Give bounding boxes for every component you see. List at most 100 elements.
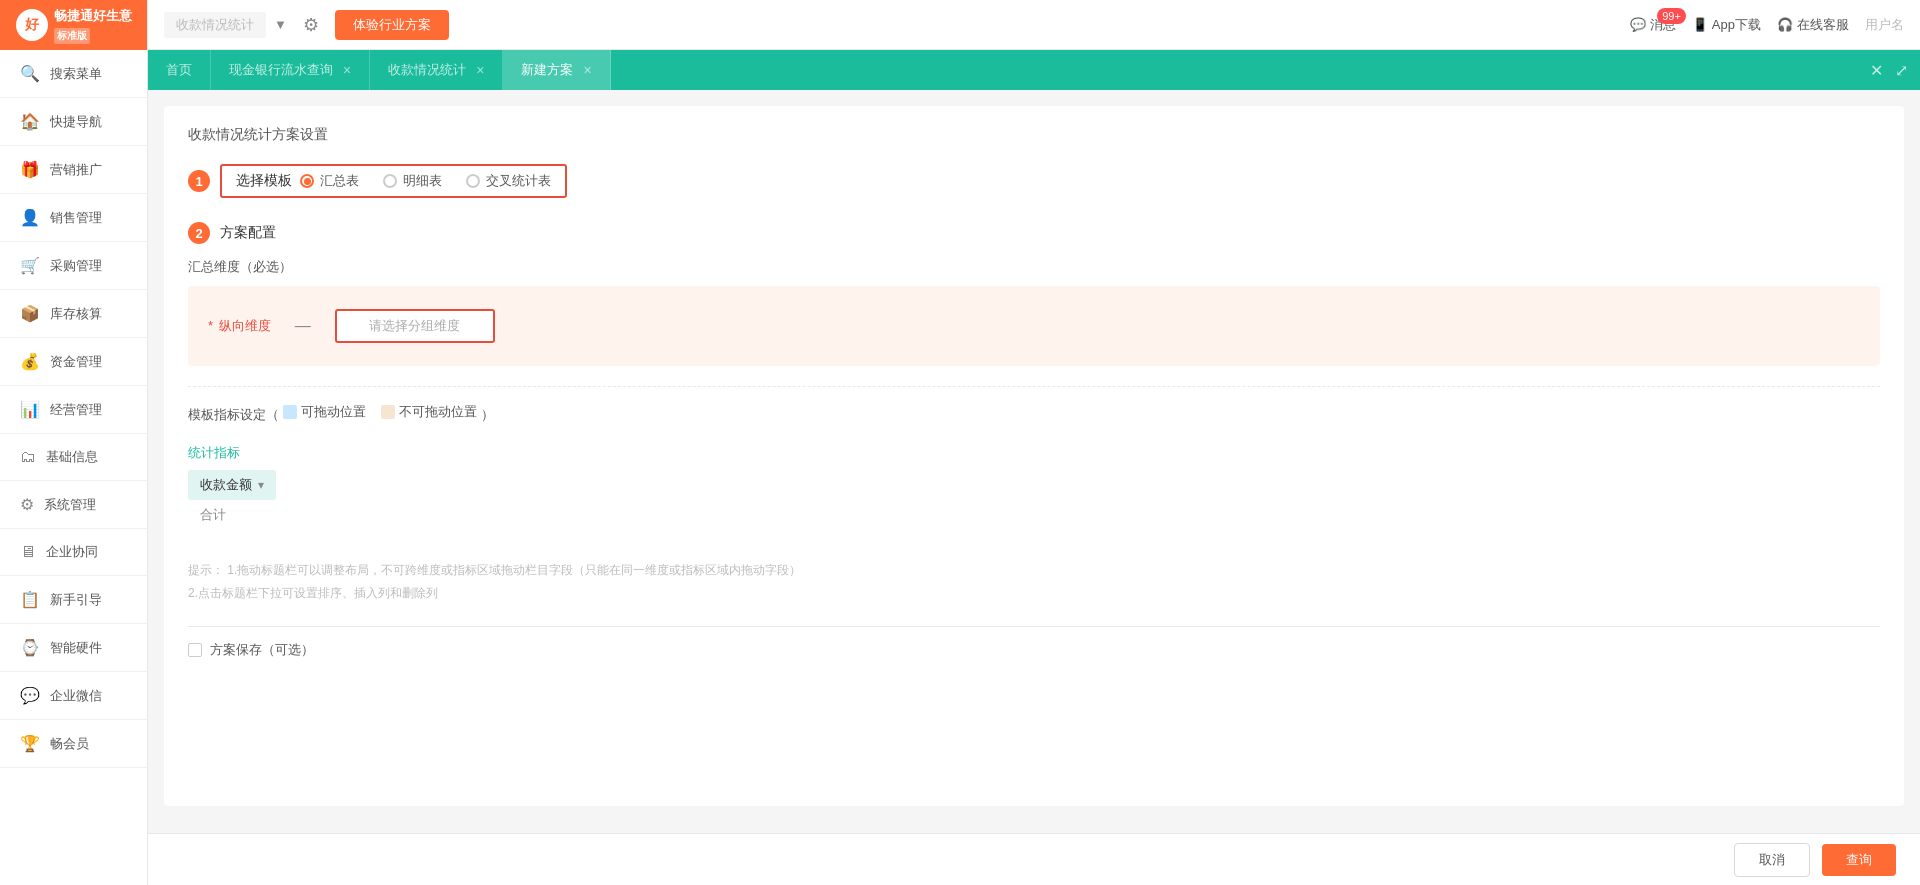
watch-icon: ⌚ — [20, 638, 40, 657]
step1-header: 1 选择模板 汇总表 明细表 交叉统 — [188, 164, 1880, 198]
sidebar-item-inventory[interactable]: 📦 库存核算 — [0, 290, 147, 338]
radio-cross-circle — [466, 174, 480, 188]
tab-receipt-stats[interactable]: 收款情况统计 × — [370, 50, 503, 90]
step1-number: 1 — [188, 170, 210, 192]
dimension-area: * 纵向维度 — 请选择分组维度 — [188, 286, 1880, 366]
header: 收款情况统计 ▼ ⚙ 体验行业方案 💬 消息 99+ 📱 App下载 🎧 在线客… — [148, 0, 1920, 50]
sidebar-item-wechat[interactable]: 💬 企业微信 — [0, 672, 147, 720]
home-icon: 🏠 — [20, 112, 40, 131]
trophy-icon: 🏆 — [20, 734, 40, 753]
tabs-actions: ✕ ⤢ — [1858, 50, 1920, 90]
save-label: 方案保存（可选） — [210, 641, 314, 659]
tab-new-plan[interactable]: 新建方案 × — [503, 50, 610, 90]
dropdown-icon[interactable]: ▼ — [274, 17, 287, 32]
sidebar-item-finance[interactable]: 💰 资金管理 — [0, 338, 147, 386]
hint-1: 提示： 1.拖动标题栏可以调整布局，不可跨维度或指标区域拖动栏目字段（只能在同一… — [188, 562, 1880, 579]
folder-icon: 🗂 — [20, 448, 36, 466]
save-checkbox-row[interactable]: 方案保存（可选） — [188, 641, 1880, 659]
step2-number: 2 — [188, 222, 210, 244]
header-right: 💬 消息 99+ 📱 App下载 🎧 在线客服 用户名 — [1630, 16, 1904, 34]
gift-icon: 🎁 — [20, 160, 40, 179]
hint-section: 提示： 1.拖动标题栏可以调整布局，不可跨维度或指标区域拖动栏目字段（只能在同一… — [188, 562, 1880, 602]
metrics-section: 模板指标设定（ 可拖动位置 不可拖动位置 ） 统计指标 — [188, 386, 1880, 542]
tabs-bar: 首页 现金银行流水查询 × 收款情况统计 × 新建方案 × ✕ ⤢ — [148, 50, 1920, 90]
tab-close-new-plan[interactable]: × — [583, 62, 591, 78]
radio-summary[interactable]: 汇总表 — [300, 172, 359, 190]
save-checkbox[interactable] — [188, 643, 202, 657]
chevron-down-icon: ▾ — [258, 478, 264, 492]
dimension-config: 汇总维度（必选） * 纵向维度 — 请选择分组维度 — [188, 258, 1880, 366]
radio-detail-circle — [383, 174, 397, 188]
app-icon: 📱 — [1692, 17, 1708, 32]
sidebar-item-sales[interactable]: 👤 销售管理 — [0, 194, 147, 242]
gear-icon: ⚙ — [20, 495, 34, 514]
main-content: 收款情况统计方案设置 1 选择模板 汇总表 明细表 — [148, 90, 1920, 885]
finance-icon: 💰 — [20, 352, 40, 371]
tab-expand-icon[interactable]: ⤢ — [1895, 61, 1908, 80]
hint-2: 2.点击标题栏下拉可设置排序、插入列和删除列 — [188, 585, 1880, 602]
message-icon: 💬 — [1630, 17, 1646, 32]
guide-icon: 📋 — [20, 590, 40, 609]
sidebar-item-system[interactable]: ⚙ 系统管理 — [0, 481, 147, 529]
sidebar-item-search[interactable]: 🔍 搜索菜单 — [0, 50, 147, 98]
box-icon: 📦 — [20, 304, 40, 323]
dimension-row: * 纵向维度 — 请选择分组维度 — [208, 309, 495, 343]
sidebar-item-coop[interactable]: 🖥 企业协同 — [0, 529, 147, 576]
logo-icon: 好 — [16, 9, 48, 41]
cart-icon: 🛒 — [20, 256, 40, 275]
radio-summary-circle — [300, 174, 314, 188]
step2-section: 2 方案配置 汇总维度（必选） * 纵向维度 — 请选择分组维度 — [188, 222, 1880, 602]
message-badge: 99+ — [1657, 8, 1686, 24]
sidebar-item-guide[interactable]: 📋 新手引导 — [0, 576, 147, 624]
step1-title: 选择模板 — [236, 172, 292, 190]
sidebar: 好 畅捷通好生意 标准版 🔍 搜索菜单 🏠 快捷导航 🎁 营销推广 👤 销售管理… — [0, 0, 148, 885]
step2-header: 2 方案配置 — [188, 222, 1880, 244]
trial-button[interactable]: 体验行业方案 — [335, 10, 449, 40]
logo-text: 畅捷通好生意 标准版 — [54, 7, 132, 44]
app-download-button[interactable]: 📱 App下载 — [1692, 16, 1761, 34]
sidebar-item-purchase[interactable]: 🛒 采购管理 — [0, 242, 147, 290]
sidebar-item-marketing[interactable]: 🎁 营销推广 — [0, 146, 147, 194]
step1-section: 1 选择模板 汇总表 明细表 交叉统 — [188, 164, 1880, 198]
sidebar-item-member[interactable]: 🏆 畅会员 — [0, 720, 147, 768]
draggable-legend: 可拖动位置 — [283, 403, 366, 421]
tab-cash-bank[interactable]: 现金银行流水查询 × — [211, 50, 370, 90]
user-name: 用户名 — [1865, 16, 1904, 34]
page-title: 收款情况统计方案设置 — [188, 126, 1880, 144]
sidebar-item-management[interactable]: 📊 经营管理 — [0, 386, 147, 434]
tab-close-all-icon[interactable]: ✕ — [1870, 61, 1883, 80]
message-button[interactable]: 💬 消息 99+ — [1630, 16, 1676, 34]
settings-icon[interactable]: ⚙ — [303, 14, 319, 36]
header-left: 收款情况统计 ▼ ⚙ 体验行业方案 — [164, 10, 449, 40]
radio-cross[interactable]: 交叉统计表 — [466, 172, 551, 190]
sidebar-item-basic[interactable]: 🗂 基础信息 — [0, 434, 147, 481]
dim-select-button[interactable]: 请选择分组维度 — [335, 309, 495, 343]
cancel-button[interactable]: 取消 — [1734, 843, 1810, 877]
chart-icon: 📊 — [20, 400, 40, 419]
metric-tag-amount[interactable]: 收款金额 ▾ — [188, 470, 276, 500]
user-icon: 👤 — [20, 208, 40, 227]
search-icon: 🔍 — [20, 64, 40, 83]
stats-label: 统计指标 — [188, 444, 1880, 462]
radio-detail[interactable]: 明细表 — [383, 172, 442, 190]
metrics-label: 模板指标设定（ 可拖动位置 不可拖动位置 ） — [188, 403, 1880, 424]
sidebar-item-hardware[interactable]: ⌚ 智能硬件 — [0, 624, 147, 672]
tab-close-receipt-stats[interactable]: × — [476, 62, 484, 78]
template-options: 汇总表 明细表 交叉统计表 — [300, 172, 551, 190]
step2-title: 方案配置 — [220, 224, 276, 242]
tab-close-cash-bank[interactable]: × — [343, 62, 351, 78]
online-support-button[interactable]: 🎧 在线客服 — [1777, 16, 1849, 34]
header-breadcrumb: 收款情况统计 — [164, 12, 266, 38]
wechat-icon: 💬 — [20, 686, 40, 705]
content-card: 收款情况统计方案设置 1 选择模板 汇总表 明细表 — [164, 106, 1904, 806]
tab-home[interactable]: 首页 — [148, 50, 211, 90]
sidebar-logo: 好 畅捷通好生意 标准版 — [0, 0, 147, 50]
template-select-box: 选择模板 汇总表 明细表 交叉统计表 — [220, 164, 567, 198]
sidebar-item-quick-nav[interactable]: 🏠 快捷导航 — [0, 98, 147, 146]
dim-arrow: — — [295, 317, 311, 335]
dim-required-label: * 纵向维度 — [208, 317, 271, 335]
non-draggable-legend: 不可拖动位置 — [381, 403, 477, 421]
query-button[interactable]: 查询 — [1822, 844, 1896, 876]
metric-sub-total: 合计 — [188, 500, 1880, 530]
monitor-icon: 🖥 — [20, 543, 36, 561]
